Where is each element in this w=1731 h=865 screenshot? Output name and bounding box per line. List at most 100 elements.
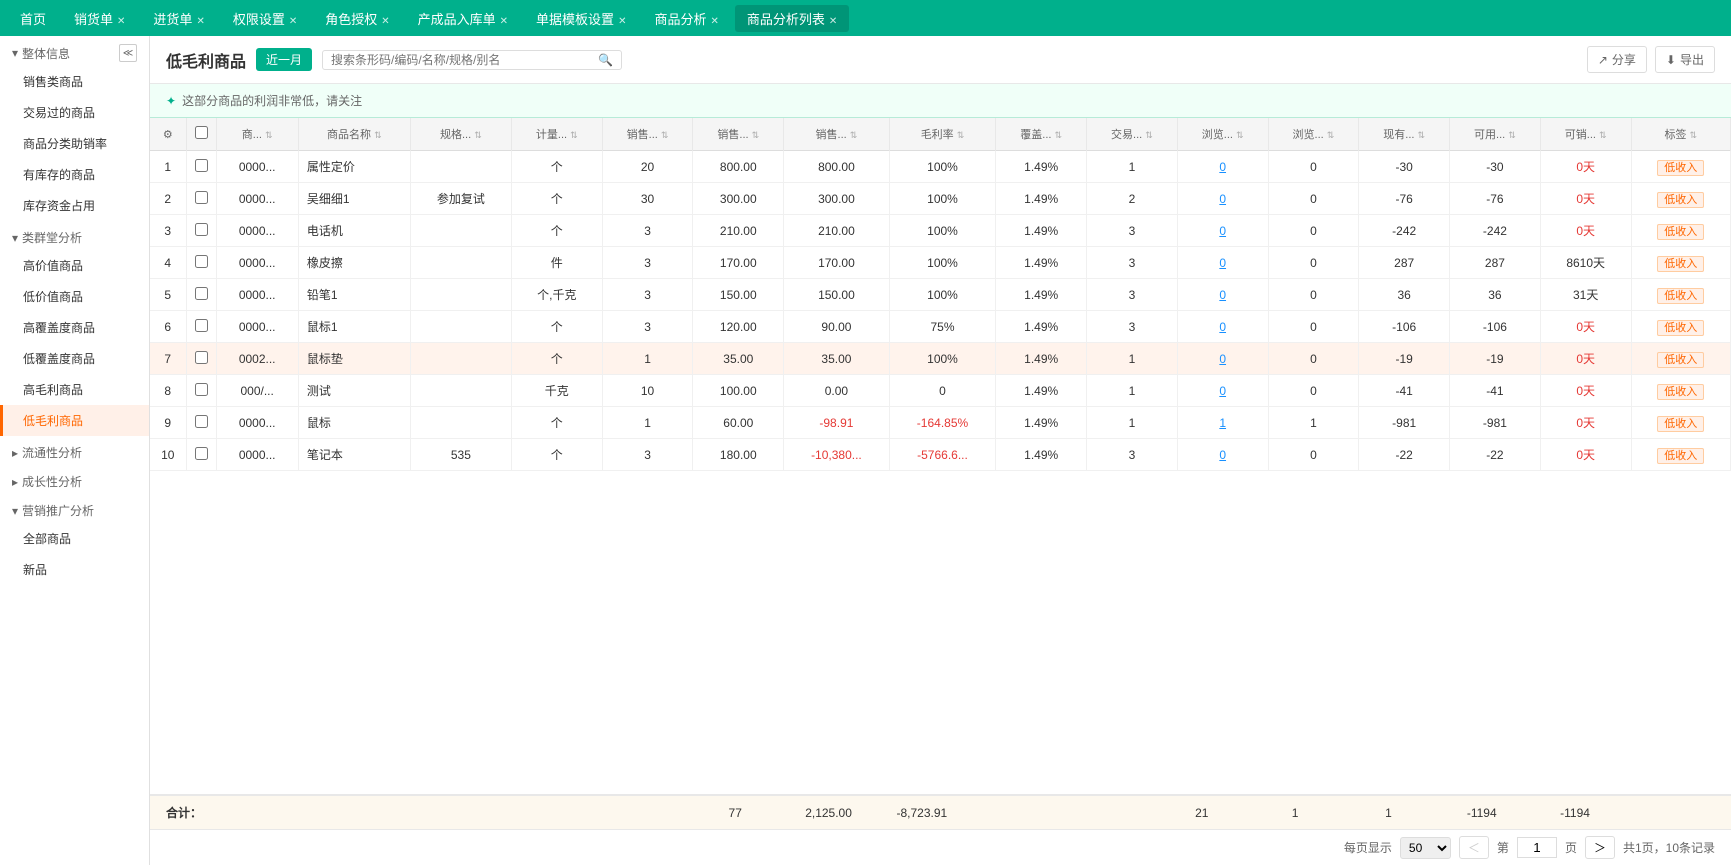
checkbox-column-header[interactable] xyxy=(186,118,216,151)
nav-close-roles[interactable]: ✕ xyxy=(381,16,389,27)
available-column-header[interactable]: 可用... ⇅ xyxy=(1450,118,1541,151)
row-checkbox[interactable] xyxy=(195,351,208,364)
row-view1-cell[interactable]: 0 xyxy=(1177,183,1268,215)
coverage-column-header[interactable]: 覆盖... ⇅ xyxy=(996,118,1087,151)
sidebar-item-high-value[interactable]: 高价值商品 xyxy=(0,250,149,281)
sales-qty-column-header[interactable]: 销售... ⇅ xyxy=(602,118,693,151)
nav-close-purchase[interactable]: ✕ xyxy=(196,16,204,27)
row-checkbox-cell[interactable] xyxy=(186,439,216,471)
name-column-header[interactable]: 商品名称 ⇅ xyxy=(298,118,410,151)
row-checkbox-cell[interactable] xyxy=(186,343,216,375)
footer-transaction: 21 xyxy=(1155,806,1248,820)
nav-purchase[interactable]: 进货单✕ xyxy=(141,5,216,32)
nav-sales[interactable]: 销货单✕ xyxy=(62,5,137,32)
row-checkbox[interactable] xyxy=(195,447,208,460)
tag-column-header[interactable]: 标签 ⇅ xyxy=(1631,118,1730,151)
sidebar-item-high-margin[interactable]: 高毛利商品 xyxy=(0,374,149,405)
row-checkbox[interactable] xyxy=(195,319,208,332)
nav-product-analysis[interactable]: 商品分析✕ xyxy=(642,5,730,32)
row-checkbox-cell[interactable] xyxy=(186,183,216,215)
search-icon[interactable]: 🔍 xyxy=(598,53,613,67)
view1-column-header[interactable]: 浏览... ⇅ xyxy=(1177,118,1268,151)
row-checkbox[interactable] xyxy=(195,415,208,428)
row-view1-cell[interactable]: 0 xyxy=(1177,215,1268,247)
nav-close-product-entry[interactable]: ✕ xyxy=(500,16,508,27)
search-input[interactable] xyxy=(331,53,594,67)
sidebar-item-high-coverage[interactable]: 高覆盖度商品 xyxy=(0,312,149,343)
row-checkbox-cell[interactable] xyxy=(186,375,216,407)
row-checkbox-cell[interactable] xyxy=(186,407,216,439)
next-page-button[interactable]: ＞ xyxy=(1585,836,1615,859)
prev-page-button[interactable]: ＜ xyxy=(1459,836,1489,859)
row-checkbox[interactable] xyxy=(195,159,208,172)
row-sales-profit-cell: 210.00 xyxy=(784,215,890,247)
row-view1-cell[interactable]: 0 xyxy=(1177,311,1268,343)
code-column-header[interactable]: 商... ⇅ xyxy=(216,118,298,151)
sales-amount-column-header[interactable]: 销售... ⇅ xyxy=(693,118,784,151)
settings-column-header[interactable]: ⚙ xyxy=(150,118,186,151)
sidebar-item-stock-capital[interactable]: 库存资金占用 xyxy=(0,190,149,221)
spec-column-header[interactable]: 规格... ⇅ xyxy=(410,118,511,151)
row-gross-margin-cell: 0 xyxy=(889,375,996,407)
sidebar-item-sales-products[interactable]: 销售类商品 xyxy=(0,66,149,97)
current-stock-column-header[interactable]: 现有... ⇅ xyxy=(1359,118,1450,151)
sales-profit-column-header[interactable]: 销售... ⇅ xyxy=(784,118,890,151)
row-checkbox-cell[interactable] xyxy=(186,247,216,279)
export-button[interactable]: ⬇ 导出 xyxy=(1655,46,1715,73)
sidebar-item-all-products[interactable]: 全部商品 xyxy=(0,523,149,554)
nav-roles[interactable]: 角色授权✕ xyxy=(313,5,401,32)
row-checkbox[interactable] xyxy=(195,255,208,268)
sidebar-item-traded-products[interactable]: 交易过的商品 xyxy=(0,97,149,128)
nav-permissions[interactable]: 权限设置✕ xyxy=(221,5,309,32)
sellable-column-header[interactable]: 可销... ⇅ xyxy=(1540,118,1631,151)
sidebar-group-category[interactable]: ▾ 类群堂分析 xyxy=(0,221,149,250)
view2-column-header[interactable]: 浏览... ⇅ xyxy=(1268,118,1359,151)
sidebar-item-low-coverage[interactable]: 低覆盖度商品 xyxy=(0,343,149,374)
row-checkbox[interactable] xyxy=(195,223,208,236)
sidebar-group-growth[interactable]: ▸ 成长性分析 xyxy=(0,465,149,494)
row-checkbox[interactable] xyxy=(195,287,208,300)
row-view1-cell[interactable]: 0 xyxy=(1177,439,1268,471)
per-page-select[interactable]: 50 20 100 xyxy=(1400,837,1451,859)
row-view1-cell[interactable]: 0 xyxy=(1177,375,1268,407)
nav-close-sales[interactable]: ✕ xyxy=(117,16,125,27)
transaction-column-header[interactable]: 交易... ⇅ xyxy=(1087,118,1178,151)
sidebar-collapse-overall[interactable]: ≪ xyxy=(119,44,137,62)
select-all-checkbox[interactable] xyxy=(195,126,208,139)
row-checkbox-cell[interactable] xyxy=(186,279,216,311)
page-number-input[interactable] xyxy=(1517,837,1557,858)
row-checkbox[interactable] xyxy=(195,383,208,396)
sidebar-item-low-margin[interactable]: 低毛利商品 xyxy=(0,405,149,436)
sidebar-item-in-stock[interactable]: 有库存的商品 xyxy=(0,159,149,190)
gross-margin-column-header[interactable]: 毛利率 ⇅ xyxy=(889,118,996,151)
share-button[interactable]: ↗ 分享 xyxy=(1587,46,1647,73)
row-checkbox[interactable] xyxy=(195,191,208,204)
row-checkbox-cell[interactable] xyxy=(186,151,216,183)
unit-column-header[interactable]: 计量... ⇅ xyxy=(511,118,602,151)
row-transaction-cell: 3 xyxy=(1087,311,1178,343)
row-view1-cell[interactable]: 0 xyxy=(1177,279,1268,311)
table-header-row: ⚙ 商... ⇅ 商品名称 ⇅ 规格... ⇅ 计量... ⇅ 销售... ⇅ … xyxy=(150,118,1731,151)
sidebar-group-overall[interactable]: ▾ 整体信息 ≪ xyxy=(0,36,149,66)
nav-home[interactable]: 首页 xyxy=(8,5,58,32)
row-view1-cell[interactable]: 0 xyxy=(1177,343,1268,375)
row-checkbox-cell[interactable] xyxy=(186,215,216,247)
row-checkbox-cell[interactable] xyxy=(186,311,216,343)
sidebar-group-circulation[interactable]: ▸ 流通性分析 xyxy=(0,436,149,465)
row-name-cell: 鼠标垫 xyxy=(298,343,410,375)
nav-template-settings[interactable]: 单据模板设置✕ xyxy=(524,5,638,32)
nav-close-product-analysis[interactable]: ✕ xyxy=(710,16,718,27)
row-view1-cell[interactable]: 1 xyxy=(1177,407,1268,439)
nav-close-permissions[interactable]: ✕ xyxy=(289,16,297,27)
row-view1-cell[interactable]: 0 xyxy=(1177,247,1268,279)
nav-close-template-settings[interactable]: ✕ xyxy=(618,16,626,27)
sidebar-item-category-rate[interactable]: 商品分类助销率 xyxy=(0,128,149,159)
date-filter-button[interactable]: 近一月 xyxy=(256,48,312,71)
row-view1-cell[interactable]: 0 xyxy=(1177,151,1268,183)
sidebar-item-low-value[interactable]: 低价值商品 xyxy=(0,281,149,312)
sidebar-group-marketing[interactable]: ▾ 营销推广分析 xyxy=(0,494,149,523)
nav-close-product-analysis-list[interactable]: ✕ xyxy=(829,16,837,27)
nav-product-entry[interactable]: 产成品入库单✕ xyxy=(406,5,520,32)
sidebar-item-new-products[interactable]: 新品 xyxy=(0,554,149,585)
nav-product-analysis-list[interactable]: 商品分析列表✕ xyxy=(735,5,849,32)
